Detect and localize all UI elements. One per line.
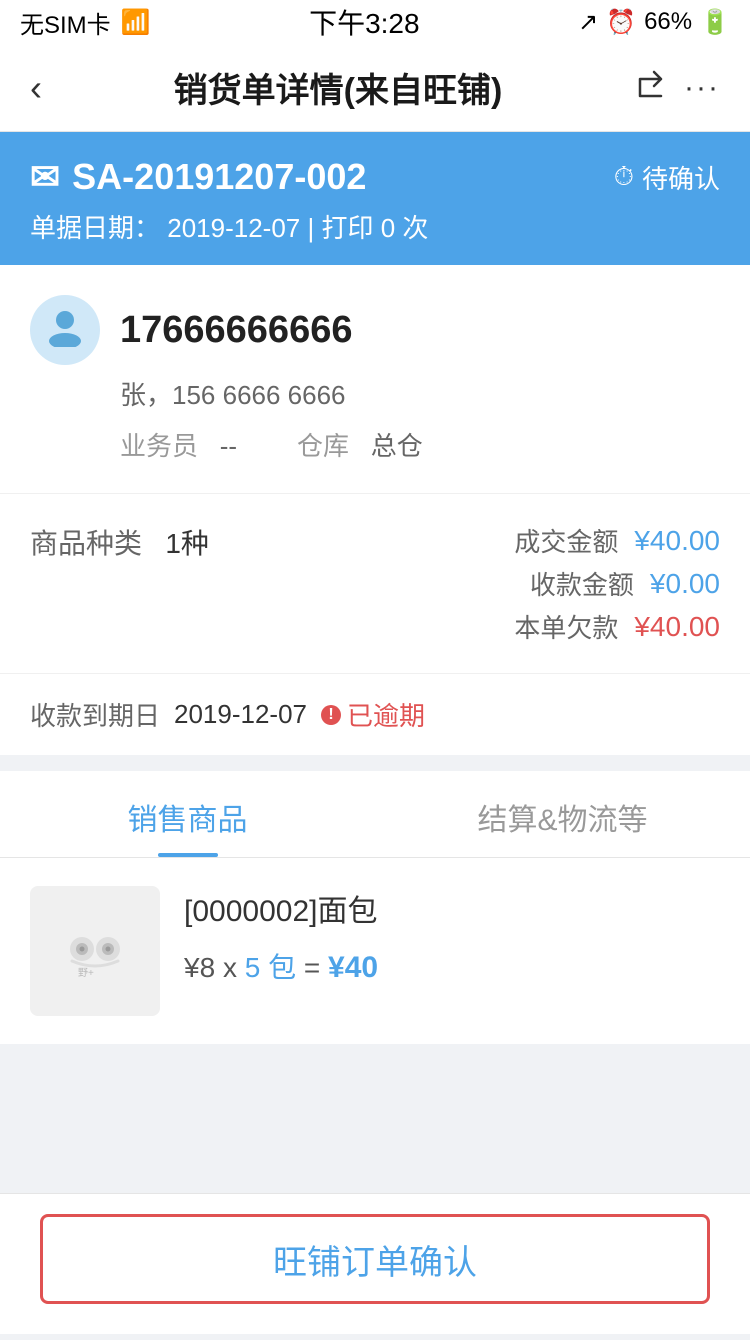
category-value: 1种 <box>165 528 209 559</box>
status-text: 待确认 <box>642 159 720 196</box>
order-header: ✉ SA-20191207-002 ⏱ 待确认 单据日期： 2019-12-07… <box>0 132 750 265</box>
product-info: [0000002]面包 ¥8 x 5 包 = ¥40 <box>184 886 720 986</box>
tab-bar: 销售商品 结算&物流等 <box>0 771 750 858</box>
order-id-text: SA-20191207-002 <box>72 156 366 198</box>
warehouse-label: 仓库 <box>297 431 349 461</box>
tab-settlement[interactable]: 结算&物流等 <box>375 771 750 857</box>
status-clock-icon: ⏱ <box>614 161 634 193</box>
back-button[interactable]: ‹ <box>30 67 42 109</box>
product-thumbnail: 野+ <box>30 886 160 1016</box>
quantity-value: 5 <box>245 952 261 983</box>
product-section: 野+ [0000002]面包 ¥8 x 5 包 = ¥40 <box>0 858 750 1044</box>
page-title: 销货单详情(来自旺铺) <box>174 63 503 112</box>
order-id-icon: ✉ <box>30 156 60 198</box>
status-bar: 无SIM卡 📶 下午3:28 ↗ ⏰ 66% 🔋 <box>0 0 750 44</box>
bottom-bar: 旺铺订单确认 <box>0 1193 750 1334</box>
customer-meta: 业务员 -- 仓库 总仓 <box>120 426 720 463</box>
status-right: ↗ ⏰ 66% 🔋 <box>578 8 730 37</box>
nav-right-actions: ··· <box>634 69 720 107</box>
print-count: 0 <box>381 213 395 243</box>
battery-icon: 🔋 <box>700 8 730 37</box>
date-label: 单据日期： <box>30 213 160 243</box>
stats-left: 商品种类 1种 <box>30 522 209 562</box>
amount-value: ¥40.00 <box>634 525 720 557</box>
print-suffix: 次 <box>402 213 428 243</box>
due-date-section: 收款到期日 2019-12-07 ! 已逾期 <box>0 673 750 755</box>
nav-bar: ‹ 销货单详情(来自旺铺) ··· <box>0 44 750 132</box>
customer-phone: 17666666666 <box>120 309 352 352</box>
share-button[interactable] <box>634 69 664 107</box>
stats-section: 商品种类 1种 成交金额 ¥40.00 收款金额 ¥0.00 本单欠款 ¥40.… <box>0 494 750 673</box>
product-item: 野+ [0000002]面包 ¥8 x 5 包 = ¥40 <box>0 858 750 1044</box>
overdue-text: 已逾期 <box>347 696 425 733</box>
equals-icon: = <box>304 952 320 983</box>
category-item: 商品种类 1种 <box>30 522 209 562</box>
overdue-dot-icon: ! <box>321 705 341 725</box>
amount-label: 成交金额 <box>514 522 618 559</box>
status-left: 无SIM卡 📶 <box>20 5 151 40</box>
owed-label: 本单欠款 <box>514 608 618 645</box>
status-time: 下午3:28 <box>309 2 420 42</box>
sales-value: -- <box>220 431 237 461</box>
stats-right: 成交金额 ¥40.00 收款金额 ¥0.00 本单欠款 ¥40.00 <box>514 522 720 645</box>
warehouse-value: 总仓 <box>371 431 423 461</box>
tab-sales-goods[interactable]: 销售商品 <box>0 771 375 857</box>
due-label: 收款到期日 <box>30 696 160 733</box>
avatar <box>30 295 100 365</box>
battery-label: 66% <box>644 8 692 36</box>
received-row: 收款金额 ¥0.00 <box>530 565 720 602</box>
order-status: ⏱ 待确认 <box>614 159 720 196</box>
product-name: [0000002]面包 <box>184 886 720 930</box>
due-date-value: 2019-12-07 <box>174 699 307 730</box>
svg-text:野+: 野+ <box>78 967 94 979</box>
sales-label: 业务员 <box>120 431 198 461</box>
more-button[interactable]: ··· <box>684 71 720 105</box>
product-price: ¥8 x 5 包 = ¥40 <box>184 946 720 986</box>
unit-price: ¥8 <box>184 952 215 983</box>
multiply-icon: x <box>223 952 237 983</box>
overdue-badge: ! 已逾期 <box>321 696 425 733</box>
customer-section: 17666666666 张，156 6666 6666 业务员 -- 仓库 总仓… <box>0 265 750 755</box>
received-value: ¥0.00 <box>650 568 720 600</box>
owed-row: 本单欠款 ¥40.00 <box>514 608 720 645</box>
wifi-icon: 📶 <box>121 8 151 37</box>
carrier-label: 无SIM卡 <box>20 5 111 40</box>
date-value: 2019-12-07 <box>167 213 300 243</box>
tab-settlement-label: 结算&物流等 <box>477 804 647 837</box>
alarm-icon: ⏰ <box>606 8 636 37</box>
order-date-row: 单据日期： 2019-12-07 | 打印 0 次 <box>30 208 720 245</box>
print-label: | 打印 <box>307 213 373 243</box>
unit-label: 包 <box>268 952 296 983</box>
location-icon: ↗ <box>578 8 598 37</box>
total-value: ¥40 <box>328 951 378 984</box>
order-id-row: ✉ SA-20191207-002 <box>30 156 366 198</box>
category-label: 商品种类 <box>30 528 142 559</box>
confirm-order-button[interactable]: 旺铺订单确认 <box>40 1214 710 1304</box>
owed-value: ¥40.00 <box>634 611 720 643</box>
tab-sales-goods-label: 销售商品 <box>128 804 248 837</box>
amount-row: 成交金额 ¥40.00 <box>514 522 720 559</box>
received-label: 收款金额 <box>530 565 634 602</box>
customer-name: 张，156 6666 6666 <box>120 375 720 412</box>
confirm-order-label: 旺铺订单确认 <box>273 1235 477 1284</box>
avatar-icon <box>43 303 87 357</box>
